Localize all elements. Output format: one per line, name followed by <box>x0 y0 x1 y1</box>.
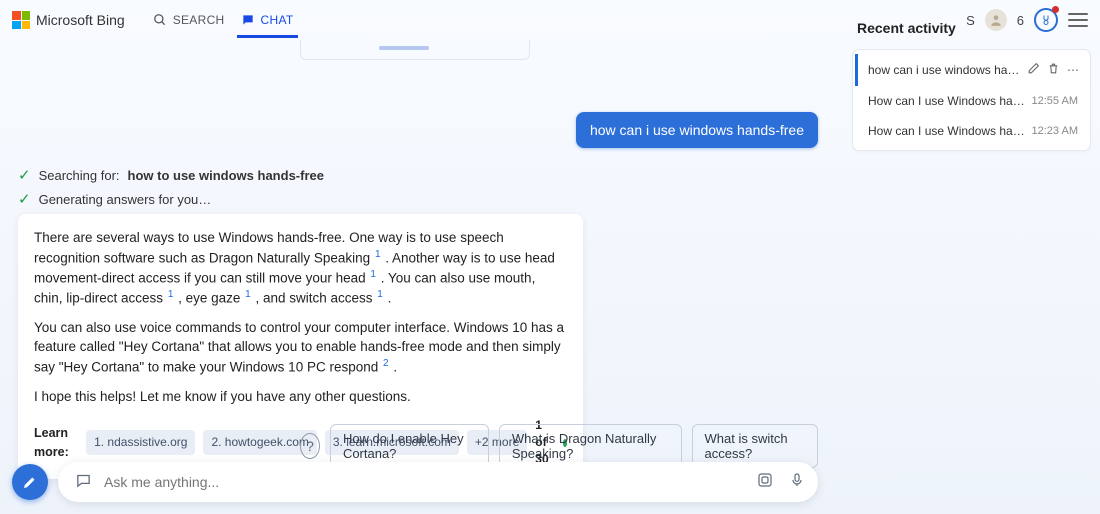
answer-paragraph: I hope this helps! Let me know if you ha… <box>34 387 567 407</box>
composer-row <box>12 462 818 502</box>
learn-more-label: Learn more: <box>34 424 78 460</box>
citation[interactable]: 1 <box>369 269 377 280</box>
search-icon <box>153 13 167 27</box>
brand-logo[interactable]: Microsoft Bing <box>12 11 125 29</box>
citation[interactable]: 2 <box>382 358 390 369</box>
recent-activity-panel: Recent activity how can i use windows ha… <box>843 0 1100 514</box>
status-generating-text: Generating answers for you… <box>39 192 212 207</box>
tab-chat-label: CHAT <box>261 13 294 27</box>
status-searching-query: how to use windows hands-free <box>128 168 324 183</box>
chat-bubble-icon <box>72 472 94 493</box>
activity-time: 12:55 AM <box>1032 95 1078 107</box>
edit-icon[interactable] <box>1026 62 1040 78</box>
status-searching-prefix: Searching for: <box>39 168 120 183</box>
recent-activity-list: how can i use windows hands-free ⋯ How c… <box>853 50 1090 150</box>
microsoft-logo-icon <box>12 11 30 29</box>
microphone-icon[interactable] <box>786 472 808 492</box>
answer-paragraph: You can also use voice commands to contr… <box>34 318 567 377</box>
status-generating: ✓ Generating answers for you… <box>18 190 211 208</box>
user-message-bubble: how can i use windows hands-free <box>576 112 818 148</box>
new-topic-button[interactable] <box>12 464 48 500</box>
activity-title: how can i use windows hands-free <box>868 63 1020 77</box>
recent-activity-item[interactable]: How can I use Windows hands-free 12:23 A… <box>855 116 1088 146</box>
chat-main: how can i use windows hands-free ✓ Searc… <box>0 40 843 514</box>
check-icon: ✓ <box>18 190 31 208</box>
answer-paragraph: There are several ways to use Windows ha… <box>34 228 567 308</box>
user-message-text: how can i use windows hands-free <box>590 122 804 138</box>
activity-title: How can I use Windows hands-free <box>868 124 1026 138</box>
suggestion-help-icon[interactable]: ? <box>300 433 320 459</box>
more-icon[interactable]: ⋯ <box>1066 63 1080 77</box>
header-tabs: SEARCH CHAT <box>149 3 298 38</box>
tab-search[interactable]: SEARCH <box>149 3 229 38</box>
recent-activity-item[interactable]: How can I use Windows hands-free 12:55 A… <box>855 86 1088 116</box>
tab-chat[interactable]: CHAT <box>237 3 298 38</box>
trash-icon[interactable] <box>1046 62 1060 78</box>
composer <box>58 462 818 502</box>
composer-input[interactable] <box>104 474 744 490</box>
check-icon: ✓ <box>18 166 31 184</box>
previous-card-peek <box>300 40 530 60</box>
activity-title: How can I use Windows hands-free <box>868 94 1026 108</box>
status-searching: ✓ Searching for: how to use windows hand… <box>18 166 324 184</box>
citation[interactable]: 1 <box>376 289 384 300</box>
tab-search-label: SEARCH <box>173 13 225 27</box>
citation[interactable]: 1 <box>374 249 382 260</box>
citation[interactable]: 1 <box>244 289 252 300</box>
image-search-icon[interactable] <box>754 471 776 493</box>
chat-icon <box>241 13 255 27</box>
brand-text: Microsoft Bing <box>36 12 125 28</box>
activity-time: 12:23 AM <box>1032 125 1078 137</box>
learn-more-link[interactable]: 1. ndassistive.org <box>86 430 195 455</box>
recent-activity-title: Recent activity <box>857 20 1090 36</box>
recent-activity-item[interactable]: how can i use windows hands-free ⋯ <box>855 54 1088 86</box>
